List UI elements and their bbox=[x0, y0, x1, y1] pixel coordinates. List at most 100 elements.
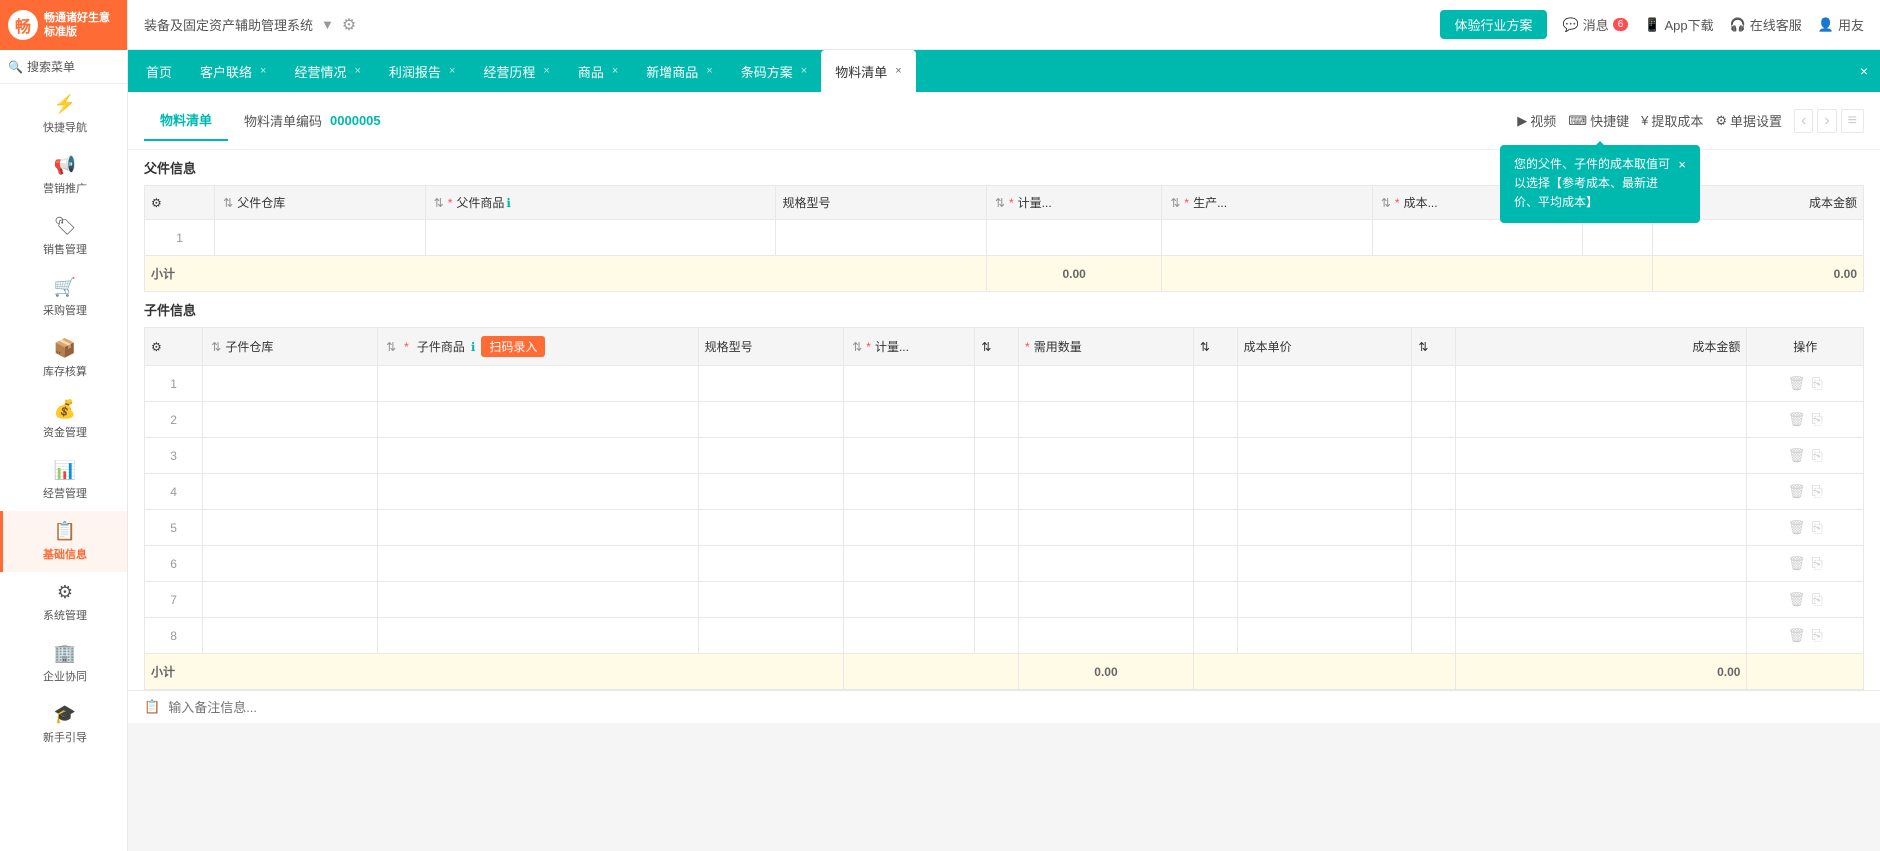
child-unit-7[interactable] bbox=[844, 582, 975, 618]
child-goods-4[interactable] bbox=[378, 474, 698, 510]
child-quantity-2[interactable] bbox=[1019, 402, 1194, 438]
tab-profit-close[interactable]: × bbox=[449, 65, 455, 77]
menu-icon[interactable]: ≡ bbox=[1841, 109, 1864, 133]
parent-warehouse-cell[interactable] bbox=[215, 220, 425, 256]
child-unit-cost-3[interactable] bbox=[1237, 438, 1412, 474]
child-quantity-3[interactable] bbox=[1019, 438, 1194, 474]
child-unit-cost-7[interactable] bbox=[1237, 582, 1412, 618]
sidebar-item-marketing[interactable]: 📢 营销推广 bbox=[0, 145, 127, 206]
tab-profit[interactable]: 利润报告 × bbox=[375, 50, 469, 92]
child-warehouse-6[interactable] bbox=[203, 546, 378, 582]
child-quantity-1[interactable] bbox=[1019, 366, 1194, 402]
child-unit-3[interactable] bbox=[844, 438, 975, 474]
delete-icon-5[interactable]: 🗑 bbox=[1788, 519, 1806, 536]
tab-history-close[interactable]: × bbox=[543, 65, 549, 77]
delete-icon-7[interactable]: 🗑 bbox=[1788, 591, 1806, 608]
sidebar-item-operation[interactable]: 📊 经营管理 bbox=[0, 450, 127, 511]
extract-cost-button[interactable]: ¥ 提取成本 bbox=[1641, 111, 1703, 130]
next-arrow[interactable]: › bbox=[1817, 109, 1836, 133]
child-spec-6[interactable] bbox=[698, 546, 844, 582]
delete-icon-2[interactable]: 🗑 bbox=[1788, 411, 1806, 428]
delete-icon-8[interactable]: 🗑 bbox=[1788, 627, 1806, 644]
copy-icon-1[interactable]: ⎘ bbox=[1812, 375, 1823, 392]
shortcut-button[interactable]: ⌨ 快捷键 bbox=[1568, 111, 1629, 130]
dropdown-icon[interactable]: ▼ bbox=[321, 17, 334, 32]
delete-icon-3[interactable]: 🗑 bbox=[1788, 447, 1806, 464]
child-unit-cost-4[interactable] bbox=[1237, 474, 1412, 510]
tab-bom-close[interactable]: × bbox=[895, 65, 901, 77]
child-goods-2[interactable] bbox=[378, 402, 698, 438]
parent-goods-cell[interactable] bbox=[425, 220, 776, 256]
sub-tab-bom-list[interactable]: 物料清单 bbox=[144, 100, 228, 141]
child-warehouse-1[interactable] bbox=[203, 366, 378, 402]
sidebar-item-basic-info[interactable]: 📋 基础信息 bbox=[0, 511, 127, 572]
child-warehouse-7[interactable] bbox=[203, 582, 378, 618]
child-unit-cost-5[interactable] bbox=[1237, 510, 1412, 546]
delete-icon-1[interactable]: 🗑 bbox=[1788, 375, 1806, 392]
note-input[interactable] bbox=[168, 700, 1864, 715]
child-warehouse-3[interactable] bbox=[203, 438, 378, 474]
parent-unit-cell[interactable] bbox=[986, 220, 1161, 256]
tab-customer[interactable]: 客户联络 × bbox=[186, 50, 280, 92]
copy-icon-5[interactable]: ⎘ bbox=[1812, 519, 1823, 536]
scan-button[interactable]: 扫码录入 bbox=[481, 336, 545, 357]
child-warehouse-5[interactable] bbox=[203, 510, 378, 546]
prev-arrow[interactable]: ‹ bbox=[1794, 109, 1813, 133]
close-all-tabs[interactable]: × bbox=[1852, 63, 1876, 79]
sidebar-item-quick-nav[interactable]: ⚡ 快捷导航 bbox=[0, 84, 127, 145]
child-goods-1[interactable] bbox=[378, 366, 698, 402]
child-goods-7[interactable] bbox=[378, 582, 698, 618]
sidebar-item-finance[interactable]: 💰 资金管理 bbox=[0, 389, 127, 450]
child-goods-8[interactable] bbox=[378, 618, 698, 654]
child-unit-1[interactable] bbox=[844, 366, 975, 402]
child-quantity-6[interactable] bbox=[1019, 546, 1194, 582]
tab-goods-close[interactable]: × bbox=[612, 65, 618, 77]
tab-barcode[interactable]: 条码方案 × bbox=[727, 50, 821, 92]
parent-production-cell[interactable] bbox=[1162, 220, 1372, 256]
delete-icon-4[interactable]: 🗑 bbox=[1788, 483, 1806, 500]
child-spec-8[interactable] bbox=[698, 618, 844, 654]
child-warehouse-2[interactable] bbox=[203, 402, 378, 438]
child-spec-4[interactable] bbox=[698, 474, 844, 510]
tab-new-goods[interactable]: 新增商品 × bbox=[632, 50, 726, 92]
tab-goods[interactable]: 商品 × bbox=[564, 50, 632, 92]
copy-icon-2[interactable]: ⎘ bbox=[1812, 411, 1823, 428]
copy-icon-8[interactable]: ⎘ bbox=[1812, 627, 1823, 644]
view-video-button[interactable]: ▶ 视频 bbox=[1517, 111, 1556, 130]
child-unit-cost-6[interactable] bbox=[1237, 546, 1412, 582]
child-unit-cost-1[interactable] bbox=[1237, 366, 1412, 402]
child-col-settings[interactable]: ⚙ bbox=[145, 328, 203, 366]
message-button[interactable]: 💬 消息 6 bbox=[1563, 15, 1629, 34]
copy-icon-6[interactable]: ⎘ bbox=[1812, 555, 1823, 572]
child-quantity-5[interactable] bbox=[1019, 510, 1194, 546]
parent-cost-cell[interactable] bbox=[1372, 220, 1582, 256]
tab-operation-status-close[interactable]: × bbox=[354, 65, 360, 77]
delete-icon-6[interactable]: 🗑 bbox=[1788, 555, 1806, 572]
child-goods-6[interactable] bbox=[378, 546, 698, 582]
child-goods-3[interactable] bbox=[378, 438, 698, 474]
tooltip-close[interactable]: × bbox=[1678, 155, 1686, 176]
child-unit-8[interactable] bbox=[844, 618, 975, 654]
child-warehouse-4[interactable] bbox=[203, 474, 378, 510]
user-button[interactable]: 👤 用友 bbox=[1818, 15, 1864, 34]
child-unit-6[interactable] bbox=[844, 546, 975, 582]
child-quantity-8[interactable] bbox=[1019, 618, 1194, 654]
child-quantity-4[interactable] bbox=[1019, 474, 1194, 510]
parent-col-settings[interactable]: ⚙ bbox=[145, 186, 215, 220]
sidebar-item-inventory[interactable]: 📦 库存核算 bbox=[0, 328, 127, 389]
child-unit-cost-8[interactable] bbox=[1237, 618, 1412, 654]
child-spec-3[interactable] bbox=[698, 438, 844, 474]
sidebar-item-sales[interactable]: 🏷 销售管理 bbox=[0, 206, 127, 267]
tab-barcode-close[interactable]: × bbox=[801, 65, 807, 77]
tab-operation-status[interactable]: 经营情况 × bbox=[280, 50, 374, 92]
tab-history[interactable]: 经营历程 × bbox=[469, 50, 563, 92]
sidebar-item-system[interactable]: ⚙ 系统管理 bbox=[0, 572, 127, 633]
parent-spec-cell[interactable] bbox=[776, 220, 986, 256]
child-unit-5[interactable] bbox=[844, 510, 975, 546]
child-unit-4[interactable] bbox=[844, 474, 975, 510]
child-unit-cost-2[interactable] bbox=[1237, 402, 1412, 438]
child-spec-7[interactable] bbox=[698, 582, 844, 618]
search-menu[interactable]: 🔍 搜索菜单 bbox=[0, 50, 127, 84]
child-warehouse-8[interactable] bbox=[203, 618, 378, 654]
child-unit-2[interactable] bbox=[844, 402, 975, 438]
